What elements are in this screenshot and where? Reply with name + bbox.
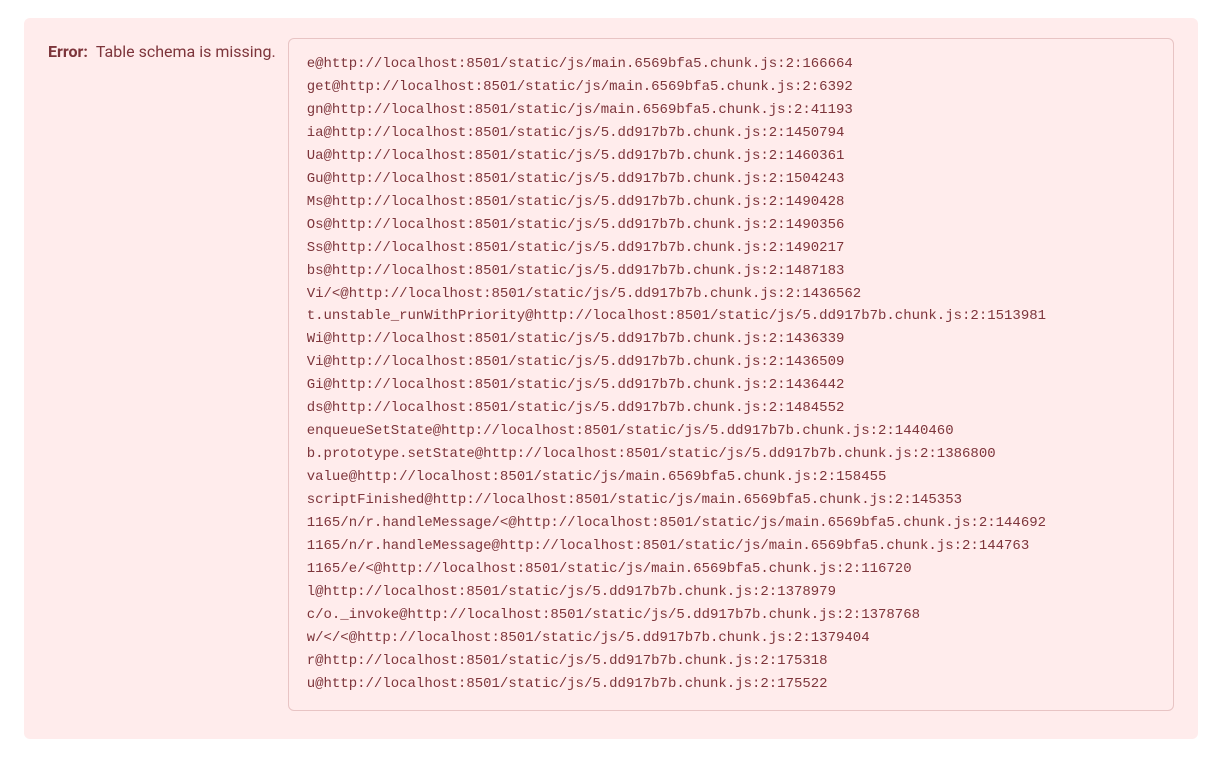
stacktrace-container: e@http://localhost:8501/static/js/main.6… <box>288 38 1174 711</box>
error-label: Error: <box>48 42 88 61</box>
stacktrace-text: e@http://localhost:8501/static/js/main.6… <box>307 53 1155 696</box>
error-header: Error: Table schema is missing. <box>48 38 276 61</box>
error-message: Table schema is missing. <box>96 42 276 61</box>
error-panel: Error: Table schema is missing. e@http:/… <box>24 18 1198 739</box>
